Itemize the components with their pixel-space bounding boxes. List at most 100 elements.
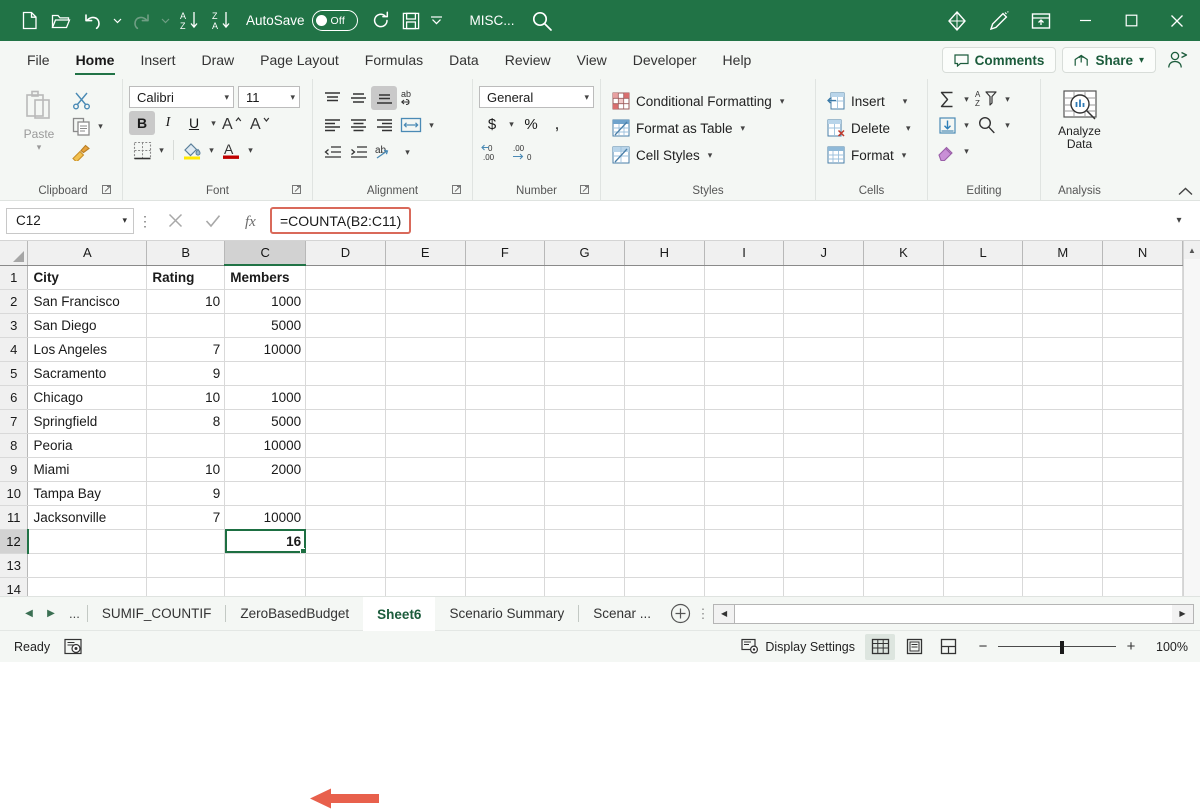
cell-A14[interactable] — [27, 577, 148, 596]
formula-bar-handle[interactable]: ⋮ — [134, 214, 156, 228]
tab-page-layout[interactable]: Page Layout — [247, 41, 352, 79]
column-header-a[interactable]: A — [27, 241, 148, 266]
display-settings-button[interactable]: Display Settings — [735, 634, 861, 660]
cell-E10[interactable] — [385, 481, 466, 506]
cell-K5[interactable] — [863, 361, 944, 386]
sort-descending-icon[interactable]: ZA — [206, 6, 236, 36]
tab-developer[interactable]: Developer — [620, 41, 710, 79]
font-family-select[interactable]: Calibri ▾ — [129, 86, 234, 108]
cell-E2[interactable] — [385, 289, 466, 314]
cell-N9[interactable] — [1102, 457, 1183, 482]
column-header-k[interactable]: K — [863, 241, 944, 266]
sheet-tab-scenario-summary[interactable]: Scenario Summary — [435, 597, 578, 631]
cell-L1[interactable] — [943, 265, 1024, 290]
row-header-6[interactable]: 6 — [0, 385, 29, 410]
previous-sheet-icon[interactable]: ◀ — [18, 601, 40, 627]
cell-M10[interactable] — [1022, 481, 1104, 506]
cell-E8[interactable] — [385, 433, 466, 458]
cell-B1[interactable]: Rating — [146, 265, 226, 290]
cell-F9[interactable] — [465, 457, 546, 482]
undo-dropdown-icon[interactable] — [110, 6, 124, 36]
delete-cells-button[interactable]: Delete ▾ — [822, 115, 916, 141]
cell-B3[interactable] — [146, 313, 226, 338]
select-all-corner[interactable] — [0, 241, 29, 266]
cell-F4[interactable] — [465, 337, 546, 362]
column-header-d[interactable]: D — [305, 241, 386, 266]
cell-L6[interactable] — [943, 385, 1024, 410]
insert-function-icon[interactable]: fx — [232, 208, 270, 234]
cell-A5[interactable]: Sacramento — [27, 361, 148, 386]
row-header-9[interactable]: 9 — [0, 457, 29, 482]
cell-I6[interactable] — [704, 385, 785, 410]
cell-H3[interactable] — [624, 313, 705, 338]
chevron-down-icon[interactable]: ▾ — [902, 150, 907, 161]
cell-J6[interactable] — [783, 385, 865, 410]
chevron-down-icon[interactable]: ▾ — [960, 113, 973, 137]
cell-A10[interactable]: Tampa Bay — [27, 481, 148, 506]
cell-K10[interactable] — [863, 481, 944, 506]
cell-I4[interactable] — [704, 337, 785, 362]
column-header-i[interactable]: I — [704, 241, 785, 266]
chevron-down-icon[interactable]: ▾ — [960, 139, 973, 163]
cell-K13[interactable] — [863, 553, 944, 578]
cell-D13[interactable] — [305, 553, 386, 578]
share-person-icon[interactable] — [1162, 45, 1192, 75]
row-header-1[interactable]: 1 — [0, 265, 29, 290]
ribbon-display-icon[interactable] — [1020, 0, 1062, 41]
format-as-table-button[interactable]: Format as Table ▾ — [607, 115, 750, 141]
tab-data[interactable]: Data — [436, 41, 492, 79]
italic-button[interactable]: I — [155, 111, 181, 135]
next-sheet-icon[interactable]: ▶ — [40, 601, 62, 627]
cell-C7[interactable]: 5000 — [224, 409, 307, 434]
cell-E13[interactable] — [385, 553, 466, 578]
chevron-down-icon[interactable]: ▾ — [286, 92, 295, 103]
cell-D6[interactable] — [305, 385, 386, 410]
cell-N6[interactable] — [1102, 385, 1183, 410]
bold-button[interactable]: B — [129, 111, 155, 135]
cell-I14[interactable] — [704, 577, 785, 596]
cell-I9[interactable] — [704, 457, 785, 482]
cell-M4[interactable] — [1022, 337, 1104, 362]
cancel-icon[interactable] — [156, 208, 194, 234]
paste-button[interactable]: Paste ▾ — [10, 86, 68, 153]
top-align-button[interactable] — [319, 86, 345, 110]
cell-G3[interactable] — [544, 313, 625, 338]
alignment-dialog-launcher-icon[interactable] — [451, 184, 464, 197]
cell-A13[interactable] — [27, 553, 148, 578]
borders-button[interactable] — [129, 138, 155, 162]
cell-J14[interactable] — [783, 577, 865, 596]
cell-D11[interactable] — [305, 505, 386, 530]
tab-view[interactable]: View — [564, 41, 620, 79]
record-macro-icon[interactable] — [64, 638, 83, 655]
column-header-j[interactable]: J — [783, 241, 865, 266]
zoom-in-button[interactable]: + — [1123, 639, 1139, 654]
search-icon[interactable] — [531, 10, 553, 32]
vertical-scrollbar[interactable]: ▲ — [1183, 241, 1200, 596]
chevron-down-icon[interactable]: ▾ — [220, 92, 229, 103]
percent-format-button[interactable]: % — [518, 112, 544, 136]
row-header-2[interactable]: 2 — [0, 289, 29, 314]
cell-G6[interactable] — [544, 385, 625, 410]
cell-E1[interactable] — [385, 265, 466, 290]
format-painter-button[interactable] — [68, 140, 94, 164]
row-header-11[interactable]: 11 — [0, 505, 29, 530]
zoom-slider[interactable] — [998, 640, 1116, 654]
cell-M1[interactable] — [1022, 265, 1104, 290]
cell-C12[interactable]: 16 — [224, 529, 307, 554]
cell-C9[interactable]: 2000 — [224, 457, 307, 482]
cell-D4[interactable] — [305, 337, 386, 362]
cell-J5[interactable] — [783, 361, 865, 386]
cell-H1[interactable] — [624, 265, 705, 290]
cell-A2[interactable]: San Francisco — [27, 289, 148, 314]
cell-C3[interactable]: 5000 — [224, 313, 307, 338]
cell-B10[interactable]: 9 — [146, 481, 226, 506]
cell-K9[interactable] — [863, 457, 944, 482]
maximize-icon[interactable] — [1108, 0, 1154, 41]
sort-ascending-icon[interactable]: AZ — [174, 6, 204, 36]
cell-D7[interactable] — [305, 409, 386, 434]
cell-J1[interactable] — [783, 265, 865, 290]
cell-I3[interactable] — [704, 313, 785, 338]
chevron-down-icon[interactable]: ▾ — [401, 140, 414, 164]
number-dialog-launcher-icon[interactable] — [579, 184, 592, 197]
chevron-down-icon[interactable]: ▾ — [903, 96, 908, 107]
